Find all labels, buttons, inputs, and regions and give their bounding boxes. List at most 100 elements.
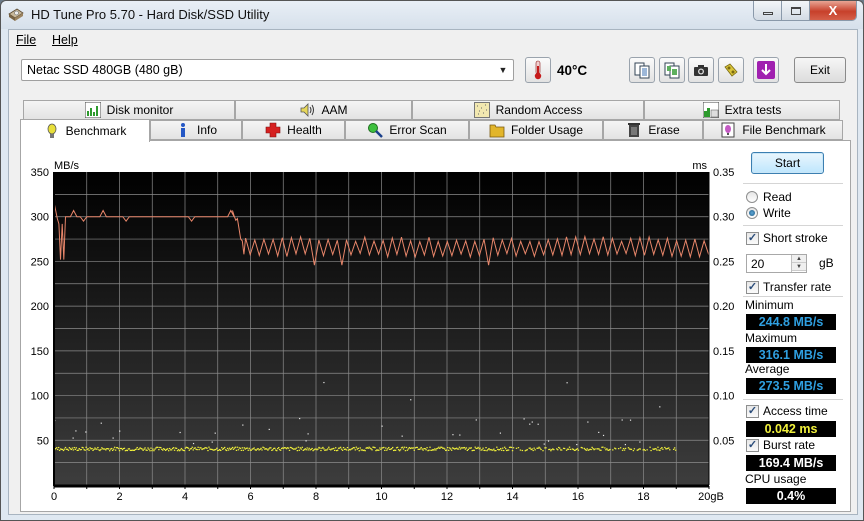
access-time-point: [371, 449, 373, 451]
access-time-point: [565, 449, 568, 451]
access-time-point: [422, 449, 424, 451]
access-time-point: [197, 446, 199, 448]
access-time-point: [187, 447, 190, 449]
write-radio[interactable]: [746, 207, 758, 219]
lightbulb-icon: [47, 123, 57, 138]
tab-file-benchmark[interactable]: File Benchmark: [703, 120, 843, 140]
tab-erase[interactable]: Erase: [603, 120, 703, 140]
transfer-rate-chart: 501001502002503003500.050.100.150.200.25…: [31, 160, 735, 503]
tab-health[interactable]: Health: [242, 120, 345, 140]
access-time-point: [89, 447, 91, 449]
short-stroke-stepper[interactable]: 20 ▲ ▼: [746, 254, 807, 273]
stepper-up-icon[interactable]: ▲: [792, 255, 806, 263]
magnifier-icon: [368, 123, 384, 138]
access-time-point: [612, 449, 614, 451]
drive-select[interactable]: Netac SSD 480GB (480 gB) ▼: [21, 59, 514, 81]
access-time-point: [384, 449, 386, 451]
close-button[interactable]: X: [810, 1, 856, 20]
minimize-button[interactable]: [754, 1, 782, 20]
access-time-point: [502, 447, 504, 449]
tab-disk-monitor[interactable]: Disk monitor: [23, 100, 235, 120]
access-time-point: [274, 447, 276, 449]
access-time-point: [428, 449, 430, 451]
tab-aam[interactable]: AAM: [235, 100, 412, 120]
access-time-outlier: [112, 437, 114, 439]
tab-label: Info: [196, 123, 217, 137]
access-time-point: [300, 448, 303, 450]
access-time-value: 0.042 ms: [746, 421, 836, 437]
tab-extra-tests[interactable]: Extra tests: [644, 100, 840, 120]
menu-help[interactable]: Help: [52, 33, 78, 47]
access-time-point: [56, 448, 59, 451]
temperature-button[interactable]: [525, 57, 551, 83]
access-time-point: [160, 447, 162, 449]
transfer-rate-checkbox[interactable]: ✓: [746, 281, 759, 294]
tab-random-access[interactable]: Random Access: [412, 100, 644, 120]
access-time-point: [529, 447, 531, 449]
access-time-outlier: [179, 431, 181, 434]
options-button[interactable]: [718, 57, 744, 83]
access-time-outlier: [323, 381, 325, 384]
access-time-point: [534, 449, 536, 451]
access-time-point: [591, 446, 593, 448]
menu-file-label: File: [16, 33, 37, 47]
tab-error-scan[interactable]: Error Scan: [345, 120, 469, 140]
y2-tick-label: 0.35: [713, 167, 734, 179]
benchmark-panel: 50 100 150 200 250 300 350 0.05 0.10 0.15 0.20 0.25…: [20, 140, 851, 512]
tab-info[interactable]: Info: [150, 120, 242, 140]
copy-screenshot-button[interactable]: [659, 57, 685, 83]
transfer-rate-label: Transfer rate: [763, 280, 832, 294]
maximize-button[interactable]: [782, 1, 810, 20]
access-time-point: [517, 447, 520, 449]
copy-text-button[interactable]: [629, 57, 655, 83]
menu-file[interactable]: File: [16, 33, 36, 47]
access-time-point: [242, 449, 245, 451]
access-time-point: [581, 447, 584, 449]
access-time-point: [319, 447, 321, 449]
access-time-point: [457, 448, 460, 450]
screenshot-button[interactable]: [688, 57, 714, 83]
access-time-point: [158, 449, 160, 451]
exit-button[interactable]: Exit: [794, 57, 846, 83]
title-bar[interactable]: HD Tune Pro 5.70 - Hard Disk/SSD Utility…: [1, 1, 863, 29]
x-tick-label: 4: [182, 491, 188, 503]
app-window: HD Tune Pro 5.70 - Hard Disk/SSD Utility…: [0, 0, 864, 521]
access-time-point: [172, 447, 175, 449]
access-time-point: [92, 449, 94, 452]
stepper-down-icon[interactable]: ▼: [792, 263, 806, 271]
stepper-arrows[interactable]: ▲ ▼: [791, 255, 806, 272]
access-time-point: [241, 447, 244, 449]
short-stroke-checkbox[interactable]: ✓: [746, 232, 759, 245]
thermometer-icon: [534, 60, 542, 80]
file-benchmark-icon: [721, 122, 735, 138]
access-time-point: [403, 446, 406, 448]
tab-folder-usage[interactable]: Folder Usage: [469, 120, 603, 140]
minimum-label: Minimum: [745, 298, 794, 312]
start-button[interactable]: Start: [751, 152, 824, 174]
access-time-point: [624, 447, 627, 450]
access-time-outlier: [192, 442, 195, 445]
access-time-point: [128, 448, 131, 450]
access-time-checkbox[interactable]: ✓: [746, 405, 759, 418]
access-time-point: [223, 446, 226, 449]
access-time-point: [617, 448, 620, 450]
access-time-outlier: [587, 421, 589, 423]
save-button[interactable]: [753, 57, 779, 83]
access-time-outlier: [119, 430, 121, 432]
access-time-point: [114, 449, 117, 451]
access-time-point: [100, 448, 102, 451]
access-time-point: [447, 449, 450, 451]
trash-icon: [628, 123, 641, 137]
access-time-point: [152, 448, 154, 450]
read-radio[interactable]: [746, 191, 758, 203]
burst-rate-checkbox[interactable]: ✓: [746, 439, 759, 452]
access-time-point: [112, 448, 115, 450]
access-time-point: [77, 449, 79, 451]
access-time-point: [512, 447, 515, 449]
access-time-point: [259, 448, 261, 451]
access-time-point: [590, 448, 592, 451]
access-time-point: [397, 449, 400, 451]
access-time-point: [557, 449, 559, 451]
tab-benchmark[interactable]: Benchmark: [20, 119, 150, 142]
access-time-outlier: [475, 419, 477, 421]
